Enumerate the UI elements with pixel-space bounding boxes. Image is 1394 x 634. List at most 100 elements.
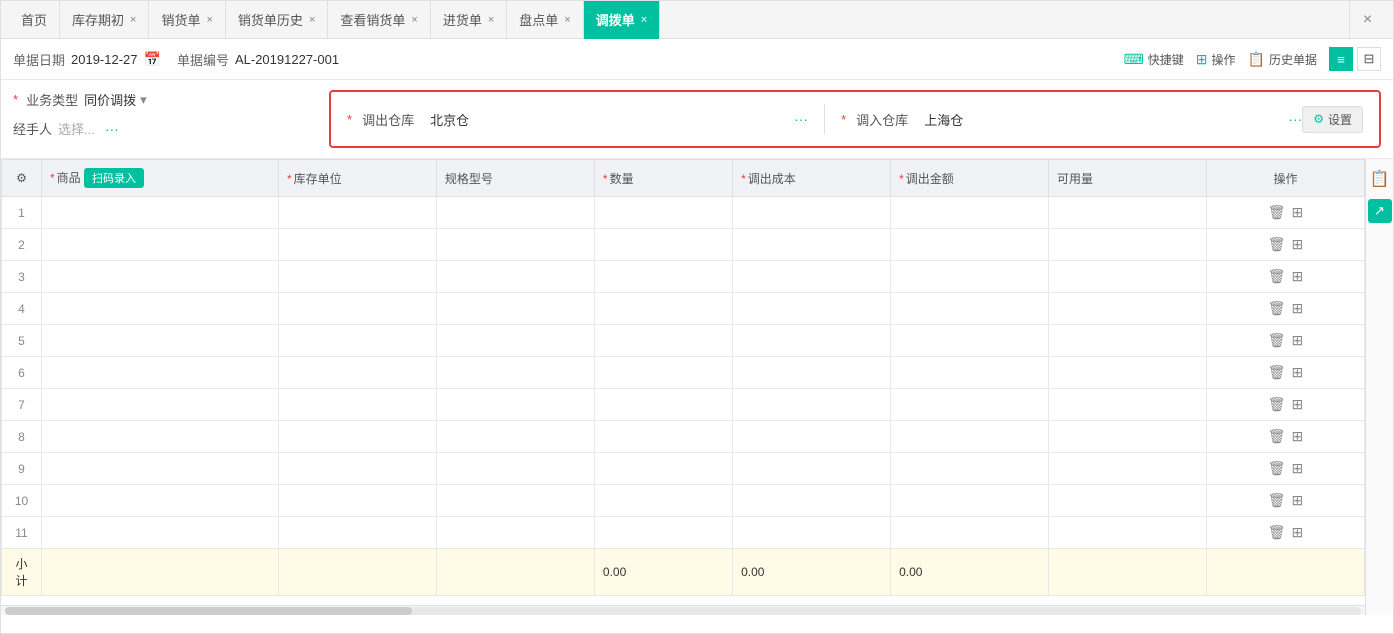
amount-cell[interactable]	[891, 293, 1049, 325]
product-cell[interactable]	[42, 325, 279, 357]
unit-cell[interactable]	[278, 389, 436, 421]
product-cell[interactable]	[42, 517, 279, 549]
copy-icon[interactable]: ⊞	[1292, 300, 1304, 317]
delete-icon[interactable]: 🗑	[1268, 204, 1286, 221]
qty-cell[interactable]	[594, 517, 732, 549]
cost-cell[interactable]	[733, 357, 891, 389]
tab-inventory-count-close[interactable]: ×	[564, 14, 570, 26]
delete-icon[interactable]: 🗑	[1268, 524, 1286, 541]
delete-icon[interactable]: 🗑	[1268, 332, 1286, 349]
copy-icon[interactable]: ⊞	[1292, 332, 1304, 349]
amount-cell[interactable]	[891, 453, 1049, 485]
qty-cell[interactable]	[594, 389, 732, 421]
cost-cell[interactable]	[733, 229, 891, 261]
amount-cell[interactable]	[891, 517, 1049, 549]
copy-icon[interactable]: ⊞	[1292, 204, 1304, 221]
amount-cell[interactable]	[891, 485, 1049, 517]
shortcuts-button[interactable]: ⌨ 快捷键	[1124, 51, 1184, 68]
spec-cell[interactable]	[436, 357, 594, 389]
amount-cell[interactable]	[891, 325, 1049, 357]
qty-cell[interactable]	[594, 453, 732, 485]
cost-cell[interactable]	[733, 517, 891, 549]
cost-cell[interactable]	[733, 293, 891, 325]
delete-icon[interactable]: 🗑	[1268, 492, 1286, 509]
table-container[interactable]: ⚙ *商品 扫码录入 库存单位 规格型号 数量 调出成本 调出金额 可用量	[1, 159, 1365, 605]
tab-sales-order-close[interactable]: ×	[206, 14, 212, 26]
spec-cell[interactable]	[436, 229, 594, 261]
close-window-button[interactable]: ×	[1349, 1, 1385, 39]
qty-cell[interactable]	[594, 325, 732, 357]
tab-inventory-count[interactable]: 盘点单 ×	[507, 1, 583, 39]
unit-cell[interactable]	[278, 325, 436, 357]
product-cell[interactable]	[42, 197, 279, 229]
warehouse-in-more-button[interactable]: ···	[1288, 111, 1302, 127]
cost-cell[interactable]	[733, 421, 891, 453]
delete-icon[interactable]: 🗑	[1268, 396, 1286, 413]
amount-cell[interactable]	[891, 389, 1049, 421]
delete-icon[interactable]: 🗑	[1268, 300, 1286, 317]
unit-cell[interactable]	[278, 453, 436, 485]
spec-cell[interactable]	[436, 485, 594, 517]
product-cell[interactable]	[42, 421, 279, 453]
history-button[interactable]: 📋 历史单据	[1248, 51, 1317, 68]
tab-view-sales-close[interactable]: ×	[411, 14, 417, 26]
copy-icon[interactable]: ⊞	[1292, 492, 1304, 509]
operations-button[interactable]: ⊞ 操作	[1196, 51, 1236, 68]
calendar-icon[interactable]: 📅	[144, 51, 161, 68]
avail-cell[interactable]	[1049, 485, 1207, 517]
avail-cell[interactable]	[1049, 325, 1207, 357]
bottom-scrollbar[interactable]	[1, 605, 1365, 615]
copy-icon[interactable]: ⊞	[1292, 236, 1304, 253]
settings-button[interactable]: ⚙ 设置	[1302, 106, 1363, 133]
qty-cell[interactable]	[594, 485, 732, 517]
cost-cell[interactable]	[733, 485, 891, 517]
person-select[interactable]: 选择...	[58, 119, 95, 138]
cost-cell[interactable]	[733, 453, 891, 485]
spec-cell[interactable]	[436, 261, 594, 293]
tab-home[interactable]: 首页	[9, 1, 60, 39]
grid-view-button[interactable]: ⊟	[1357, 47, 1381, 71]
list-view-button[interactable]: ≡	[1329, 47, 1353, 71]
unit-cell[interactable]	[278, 293, 436, 325]
scrollbar-thumb[interactable]	[5, 607, 412, 615]
product-cell[interactable]	[42, 229, 279, 261]
business-type-dropdown-arrow[interactable]: ▾	[140, 92, 147, 108]
warehouse-out-more-button[interactable]: ···	[794, 111, 808, 127]
delete-icon[interactable]: 🗑	[1268, 460, 1286, 477]
avail-cell[interactable]	[1049, 421, 1207, 453]
product-cell[interactable]	[42, 389, 279, 421]
avail-cell[interactable]	[1049, 293, 1207, 325]
amount-cell[interactable]	[891, 229, 1049, 261]
tab-sales-history-close[interactable]: ×	[309, 14, 315, 26]
qty-cell[interactable]	[594, 229, 732, 261]
amount-cell[interactable]	[891, 421, 1049, 453]
avail-cell[interactable]	[1049, 197, 1207, 229]
tab-sales-order[interactable]: 销货单 ×	[149, 1, 225, 39]
delete-icon[interactable]: 🗑	[1268, 428, 1286, 445]
tab-sales-history[interactable]: 销货单历史 ×	[226, 1, 328, 39]
unit-cell[interactable]	[278, 485, 436, 517]
product-cell[interactable]	[42, 293, 279, 325]
product-cell[interactable]	[42, 261, 279, 293]
spec-cell[interactable]	[436, 421, 594, 453]
copy-icon[interactable]: ⊞	[1292, 428, 1304, 445]
avail-cell[interactable]	[1049, 389, 1207, 421]
amount-cell[interactable]	[891, 357, 1049, 389]
person-more-button[interactable]: ···	[105, 121, 119, 137]
avail-cell[interactable]	[1049, 261, 1207, 293]
avail-cell[interactable]	[1049, 229, 1207, 261]
right-panel-export-icon[interactable]: ↗	[1368, 199, 1392, 223]
copy-icon[interactable]: ⊞	[1292, 396, 1304, 413]
unit-cell[interactable]	[278, 261, 436, 293]
right-panel-note-icon[interactable]: 📋	[1368, 167, 1392, 191]
unit-cell[interactable]	[278, 229, 436, 261]
scan-button[interactable]: 扫码录入	[84, 168, 144, 188]
product-cell[interactable]	[42, 485, 279, 517]
copy-icon[interactable]: ⊞	[1292, 524, 1304, 541]
business-type-select[interactable]: 同价调拨 ▾	[84, 90, 244, 109]
cost-cell[interactable]	[733, 197, 891, 229]
qty-cell[interactable]	[594, 261, 732, 293]
cost-cell[interactable]	[733, 325, 891, 357]
cost-cell[interactable]	[733, 389, 891, 421]
unit-cell[interactable]	[278, 517, 436, 549]
